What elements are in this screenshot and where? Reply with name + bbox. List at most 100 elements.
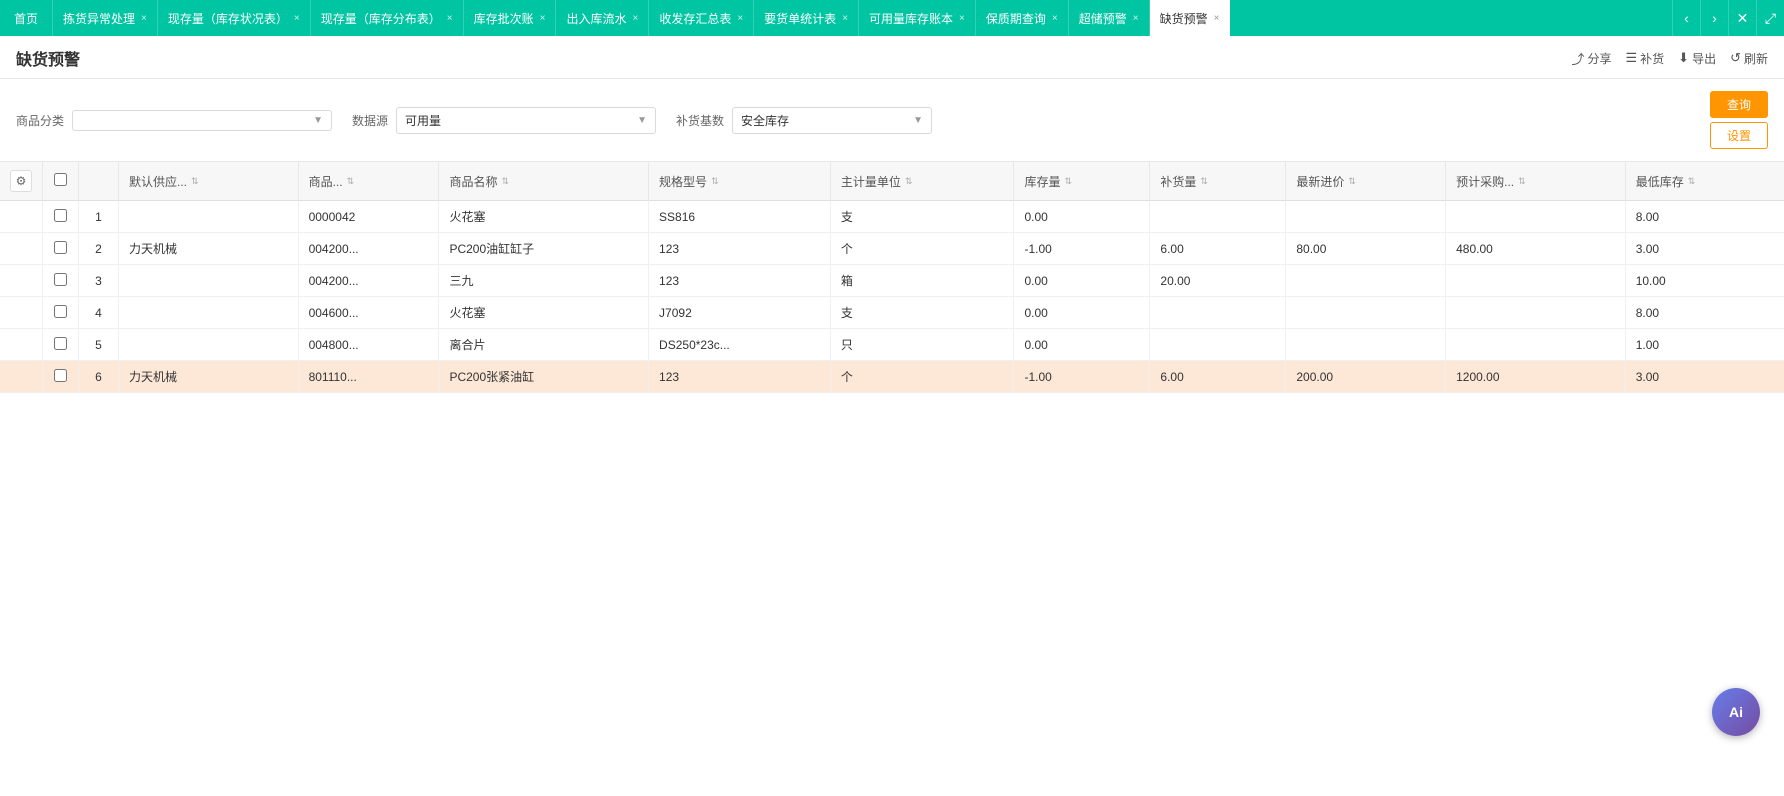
row-checkbox-cell[interactable] [43, 233, 79, 265]
row-checkbox-4[interactable] [54, 305, 67, 318]
nav-tab-2-label: 现存量（库存状况表） [168, 10, 288, 27]
row-checkbox-2[interactable] [54, 241, 67, 254]
sort-code[interactable]: 商品... ⇅ [309, 173, 429, 190]
category-label: 商品分类 [16, 112, 64, 129]
nav-next-btn[interactable]: › [1700, 0, 1728, 36]
col-header-stock[interactable]: 库存量 ⇅ [1014, 162, 1150, 201]
nav-tab-6-close[interactable]: × [737, 13, 743, 24]
col-header-settings[interactable]: ⚙ [0, 162, 43, 201]
share-icon: ⤴ [1571, 49, 1584, 68]
row-checkbox-3[interactable] [54, 273, 67, 286]
nav-tab-6[interactable]: 收发存汇总表 × [649, 0, 754, 36]
row-checkbox-cell[interactable] [43, 265, 79, 297]
nav-tab-2[interactable]: 现存量（库存状况表） × [158, 0, 311, 36]
col-header-min-stock[interactable]: 最低库存 ⇅ [1625, 162, 1784, 201]
nav-tab-10[interactable]: 超储预警 × [1069, 0, 1150, 36]
replenish-button[interactable]: ☰ 补货 [1625, 50, 1664, 67]
nav-tab-9[interactable]: 保质期查询 × [976, 0, 1069, 36]
nav-tab-5[interactable]: 出入库流水 × [556, 0, 649, 36]
table-header-row: ⚙ 默认供应... ⇅ 商品... [0, 162, 1784, 201]
row-latest-price-cell [1286, 265, 1446, 297]
table-row[interactable]: 1 0000042 火花塞 SS816 支 0.00 8.00 [0, 201, 1784, 233]
sort-spec[interactable]: 规格型号 ⇅ [659, 173, 820, 190]
sort-stock[interactable]: 库存量 ⇅ [1024, 173, 1139, 190]
ai-assistant-badge[interactable]: Ai [1712, 688, 1760, 736]
table-row[interactable]: 2 力天机械 004200... PC200油缸缸子 123 个 -1.00 6… [0, 233, 1784, 265]
nav-close-btn[interactable]: ✕ [1728, 0, 1756, 36]
row-checkbox-1[interactable] [54, 209, 67, 222]
nav-prev-btn[interactable]: ‹ [1672, 0, 1700, 36]
row-checkbox-5[interactable] [54, 337, 67, 350]
nav-tab-11[interactable]: 缺货预警 × [1150, 0, 1231, 36]
row-stock-cell: 0.00 [1014, 329, 1150, 361]
col-header-name[interactable]: 商品名称 ⇅ [439, 162, 649, 201]
col-header-code[interactable]: 商品... ⇅ [298, 162, 439, 201]
export-button[interactable]: ⬇ 导出 [1678, 50, 1716, 67]
row-checkbox-cell[interactable] [43, 201, 79, 233]
nav-tab-7-close[interactable]: × [842, 13, 848, 24]
nav-tab-8[interactable]: 可用量库存账本 × [859, 0, 976, 36]
table-row[interactable]: 4 004600... 火花塞 J7092 支 0.00 8.00 [0, 297, 1784, 329]
replenish-basis-select[interactable]: 安全库存 ▼ [732, 107, 932, 134]
nav-expand-btn[interactable]: ⤢ [1756, 0, 1784, 36]
share-button[interactable]: ⤴ 分享 [1571, 49, 1611, 68]
nav-tab-5-close[interactable]: × [632, 13, 638, 24]
nav-tab-6-label: 收发存汇总表 [659, 10, 731, 27]
col-header-est-purchase[interactable]: 预计采购... ⇅ [1446, 162, 1626, 201]
nav-tab-7[interactable]: 要货单统计表 × [754, 0, 859, 36]
sort-est-purchase[interactable]: 预计采购... ⇅ [1456, 173, 1615, 190]
nav-tab-11-label: 缺货预警 [1160, 10, 1208, 27]
col-header-supplier[interactable]: 默认供应... ⇅ [119, 162, 299, 201]
datasource-filter-group: 数据源 可用量 ▼ [352, 107, 656, 134]
row-checkbox-cell[interactable] [43, 361, 79, 393]
sort-unit[interactable]: 主计量单位 ⇅ [841, 173, 1004, 190]
row-checkbox-6[interactable] [54, 369, 67, 382]
column-settings-gear[interactable]: ⚙ [10, 170, 32, 192]
col-header-spec[interactable]: 规格型号 ⇅ [649, 162, 831, 201]
row-latest-price-cell [1286, 201, 1446, 233]
refresh-button[interactable]: ↺ 刷新 [1730, 50, 1768, 67]
nav-tab-1[interactable]: 拣货异常处理 × [53, 0, 158, 36]
col-replenish-label: 补货量 [1160, 173, 1196, 190]
nav-tab-10-close[interactable]: × [1133, 13, 1139, 24]
nav-tab-2-close[interactable]: × [294, 13, 300, 24]
nav-tab-11-close[interactable]: × [1214, 13, 1220, 24]
nav-tab-1-close[interactable]: × [141, 13, 147, 24]
nav-tab-4-close[interactable]: × [540, 13, 546, 24]
table-row[interactable]: 6 力天机械 801110... PC200张紧油缸 123 个 -1.00 6… [0, 361, 1784, 393]
category-select[interactable]: ▼ [72, 110, 332, 131]
nav-tab-4[interactable]: 库存批次账 × [464, 0, 557, 36]
nav-tab-5-label: 出入库流水 [566, 10, 626, 27]
row-checkbox-cell[interactable] [43, 329, 79, 361]
row-min-stock-cell: 8.00 [1625, 297, 1784, 329]
row-checkbox-cell[interactable] [43, 297, 79, 329]
row-name-cell: 火花塞 [439, 297, 649, 329]
row-replenish-cell [1150, 297, 1286, 329]
sort-min-stock[interactable]: 最低库存 ⇅ [1636, 173, 1774, 190]
sort-replenish[interactable]: 补货量 ⇅ [1160, 173, 1275, 190]
nav-tab-9-close[interactable]: × [1052, 13, 1058, 24]
col-header-latest-price[interactable]: 最新进价 ⇅ [1286, 162, 1446, 201]
nav-tab-3[interactable]: 现存量（库存分布表） × [311, 0, 464, 36]
table-row[interactable]: 5 004800... 离合片 DS250*23c... 只 0.00 1.00 [0, 329, 1784, 361]
query-button[interactable]: 查询 [1710, 91, 1768, 118]
row-min-stock-cell: 1.00 [1625, 329, 1784, 361]
sort-replenish-icon: ⇅ [1200, 176, 1208, 187]
table-row[interactable]: 3 004200... 三九 123 箱 0.00 20.00 10.00 [0, 265, 1784, 297]
nav-tab-3-close[interactable]: × [447, 13, 453, 24]
sort-latest-price[interactable]: 最新进价 ⇅ [1296, 173, 1435, 190]
col-header-replenish[interactable]: 补货量 ⇅ [1150, 162, 1286, 201]
row-latest-price-cell: 200.00 [1286, 361, 1446, 393]
settings-button[interactable]: 设置 [1710, 122, 1768, 149]
page-title: 缺货预警 [16, 46, 1571, 70]
sort-supplier[interactable]: 默认供应... ⇅ [129, 173, 288, 190]
sort-est-purchase-icon: ⇅ [1518, 176, 1526, 187]
col-header-unit[interactable]: 主计量单位 ⇅ [830, 162, 1014, 201]
nav-tab-8-close[interactable]: × [959, 13, 965, 24]
datasource-select[interactable]: 可用量 ▼ [396, 107, 656, 134]
select-all-checkbox[interactable] [54, 173, 67, 186]
col-header-checkbox[interactable] [43, 162, 79, 201]
sort-name[interactable]: 商品名称 ⇅ [449, 173, 638, 190]
row-unit-cell: 个 [830, 233, 1014, 265]
nav-home[interactable]: 首页 [0, 0, 53, 36]
